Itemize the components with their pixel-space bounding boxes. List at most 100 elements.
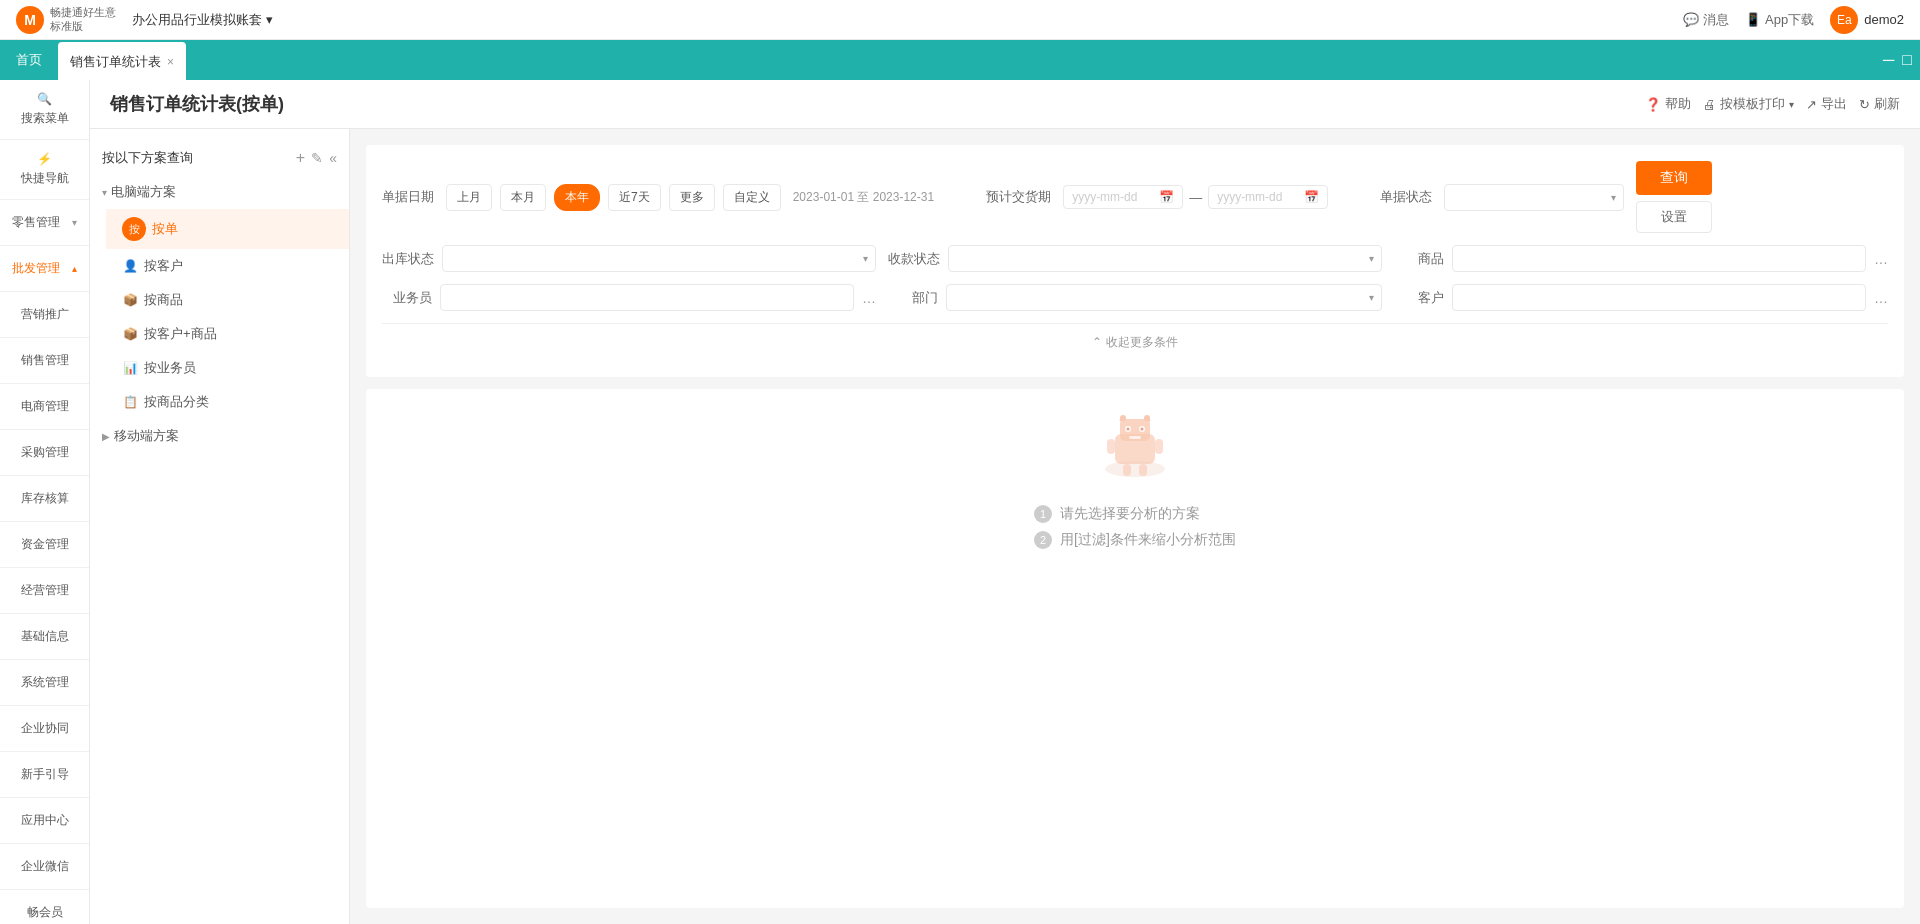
date-btn-this-year[interactable]: 本年 [554, 184, 600, 211]
scheme-by-customer[interactable]: 👤 按客户 [106, 249, 349, 283]
goods-label: 商品 [1394, 250, 1444, 268]
sidebar-item-retail[interactable]: 零售管理 ▾ [0, 200, 89, 246]
svg-point-5 [1127, 428, 1130, 431]
sidebar-item-system[interactable]: 系统管理 [0, 660, 89, 706]
date-filter-label: 单据日期 [382, 188, 434, 206]
settings-btn[interactable]: 设置 [1636, 201, 1712, 233]
sidebar-item-wechat[interactable]: 企业微信 [0, 844, 89, 890]
calendar-start-icon: 📅 [1159, 190, 1174, 204]
sidebar-item-operations-label: 经营管理 [21, 582, 69, 599]
query-btn[interactable]: 查询 [1636, 161, 1712, 195]
date-btn-last-month[interactable]: 上月 [446, 184, 492, 211]
message-btn[interactable]: 💬 消息 [1683, 11, 1729, 29]
workspace-selector[interactable]: 办公用品行业模拟账套 ▾ [124, 7, 281, 33]
app-download-btn[interactable]: 📱 App下载 [1745, 11, 1814, 29]
expected-date-label: 预计交货期 [986, 188, 1051, 206]
mobile-group-label: 移动端方案 [114, 427, 179, 445]
tab-close-btn[interactable]: × [167, 55, 174, 69]
nav-label: 快捷导航 [21, 170, 69, 187]
date-btn-this-month[interactable]: 本月 [500, 184, 546, 211]
payment-select[interactable] [948, 245, 1382, 272]
salesperson-more-btn[interactable]: … [862, 290, 876, 306]
tab-active[interactable]: 销售订单统计表 × [58, 42, 186, 82]
page-title: 销售订单统计表(按单) [110, 92, 284, 116]
sidebar-item-appstore[interactable]: 应用中心 [0, 798, 89, 844]
sidebar-search[interactable]: 🔍 搜索菜单 [0, 80, 89, 140]
sidebar-item-enterprise[interactable]: 企业协同 [0, 706, 89, 752]
sidebar-item-newuser-label: 新手引导 [21, 766, 69, 783]
sidebar-item-finance[interactable]: 资金管理 [0, 522, 89, 568]
sidebar-item-system-label: 系统管理 [21, 674, 69, 691]
expected-date-end[interactable]: yyyy-mm-dd 📅 [1208, 185, 1328, 209]
app-download-label: App下载 [1765, 11, 1814, 29]
date-btn-more[interactable]: 更多 [669, 184, 715, 211]
expected-date-start[interactable]: yyyy-mm-dd 📅 [1063, 185, 1183, 209]
export-btn[interactable]: ↗ 导出 [1806, 95, 1847, 113]
scheme-by-customer-label: 按客户 [144, 257, 183, 275]
department-select[interactable] [946, 284, 1382, 311]
customer-more-btn[interactable]: … [1874, 290, 1888, 306]
user-menu[interactable]: Ea demo2 [1830, 6, 1904, 34]
scheme-by-customer-goods[interactable]: 📦 按客户+商品 [106, 317, 349, 351]
sidebar-item-wholesale[interactable]: 批发管理 ▴ [0, 246, 89, 292]
scheme-by-salesperson[interactable]: 📊 按业务员 [106, 351, 349, 385]
delivery-select[interactable] [442, 245, 876, 272]
status-select[interactable] [1444, 184, 1624, 211]
edit-scheme-btn[interactable]: ✎ [311, 150, 323, 166]
refresh-label: 刷新 [1874, 95, 1900, 113]
tip-num-2: 2 [1034, 531, 1052, 549]
scheme-by-order-label: 按单 [152, 220, 178, 238]
filter-row-3: 业务员 … 部门 ▾ [382, 284, 1888, 311]
refresh-btn[interactable]: ↻ 刷新 [1859, 95, 1900, 113]
empty-tips: 1 请先选择要分析的方案 2 用[过滤]条件来缩小分析范围 [1034, 505, 1236, 549]
add-scheme-btn[interactable]: + [296, 149, 305, 167]
goods-input[interactable] [1452, 245, 1866, 272]
scheme-by-salesperson-label: 按业务员 [144, 359, 196, 377]
collapse-bar[interactable]: ⌃ 收起更多条件 [382, 323, 1888, 361]
sidebar-item-inventory[interactable]: 库存核算 [0, 476, 89, 522]
sidebar-item-sales[interactable]: 销售管理 [0, 338, 89, 384]
search-icon: 🔍 [37, 92, 52, 106]
tab-maximize-btn[interactable]: □ [1902, 51, 1912, 69]
collapse-panel-btn[interactable]: « [329, 150, 337, 166]
customer-goods-icon: 📦 [122, 326, 138, 342]
salesperson-filter-cell: 业务员 … [382, 284, 876, 311]
customer-input[interactable] [1452, 284, 1866, 311]
goods-more-btn[interactable]: … [1874, 251, 1888, 267]
sidebar-item-basic-label: 基础信息 [21, 628, 69, 645]
delivery-label: 出库状态 [382, 250, 434, 268]
sidebar-item-marketing[interactable]: 营销推广 [0, 292, 89, 338]
sidebar-nav[interactable]: ⚡ 快捷导航 [0, 140, 89, 200]
scheme-by-category[interactable]: 📋 按商品分类 [106, 385, 349, 419]
sidebar-item-purchase[interactable]: 采购管理 [0, 430, 89, 476]
sidebar-item-basic[interactable]: 基础信息 [0, 614, 89, 660]
tree-group-mobile[interactable]: ▶ 移动端方案 [90, 419, 349, 453]
left-panel-title: 按以下方案查询 [102, 149, 193, 167]
sidebar-item-member-label: 畅会员 [27, 904, 63, 921]
tab-minimize-btn[interactable]: ─ [1883, 51, 1894, 69]
status-select-wrapper: ▾ [1444, 184, 1624, 211]
sidebar-item-member[interactable]: 畅会员 [0, 890, 89, 924]
payment-filter-cell: 收款状态 ▾ [888, 245, 1382, 272]
scheme-by-goods[interactable]: 📦 按商品 [106, 283, 349, 317]
empty-tip-2: 2 用[过滤]条件来缩小分析范围 [1034, 531, 1236, 549]
salesperson-input[interactable] [440, 284, 854, 311]
refresh-icon: ↻ [1859, 97, 1870, 112]
print-btn[interactable]: 🖨 按模板打印 ▾ [1703, 95, 1794, 113]
empty-state-icon [1085, 389, 1185, 489]
help-btn[interactable]: ❓ 帮助 [1645, 95, 1691, 113]
tab-home[interactable]: 首页 [0, 40, 58, 80]
tree-group-computer[interactable]: ▾ 电脑端方案 [90, 175, 349, 209]
sidebar-item-enterprise-label: 企业协同 [21, 720, 69, 737]
sidebar-item-wechat-label: 企业微信 [21, 858, 69, 875]
sidebar-item-operations[interactable]: 经营管理 [0, 568, 89, 614]
date-btn-custom[interactable]: 自定义 [723, 184, 781, 211]
date-end-placeholder: yyyy-mm-dd [1217, 190, 1282, 204]
date-btn-7days[interactable]: 近7天 [608, 184, 661, 211]
sidebar-item-newuser[interactable]: 新手引导 [0, 752, 89, 798]
sidebar-item-ecommerce[interactable]: 电商管理 [0, 384, 89, 430]
topbar-right: 💬 消息 📱 App下载 Ea demo2 [1683, 6, 1904, 34]
scheme-by-order[interactable]: 按 按单 [106, 209, 349, 249]
svg-rect-10 [1123, 464, 1131, 476]
svg-rect-8 [1107, 439, 1115, 454]
